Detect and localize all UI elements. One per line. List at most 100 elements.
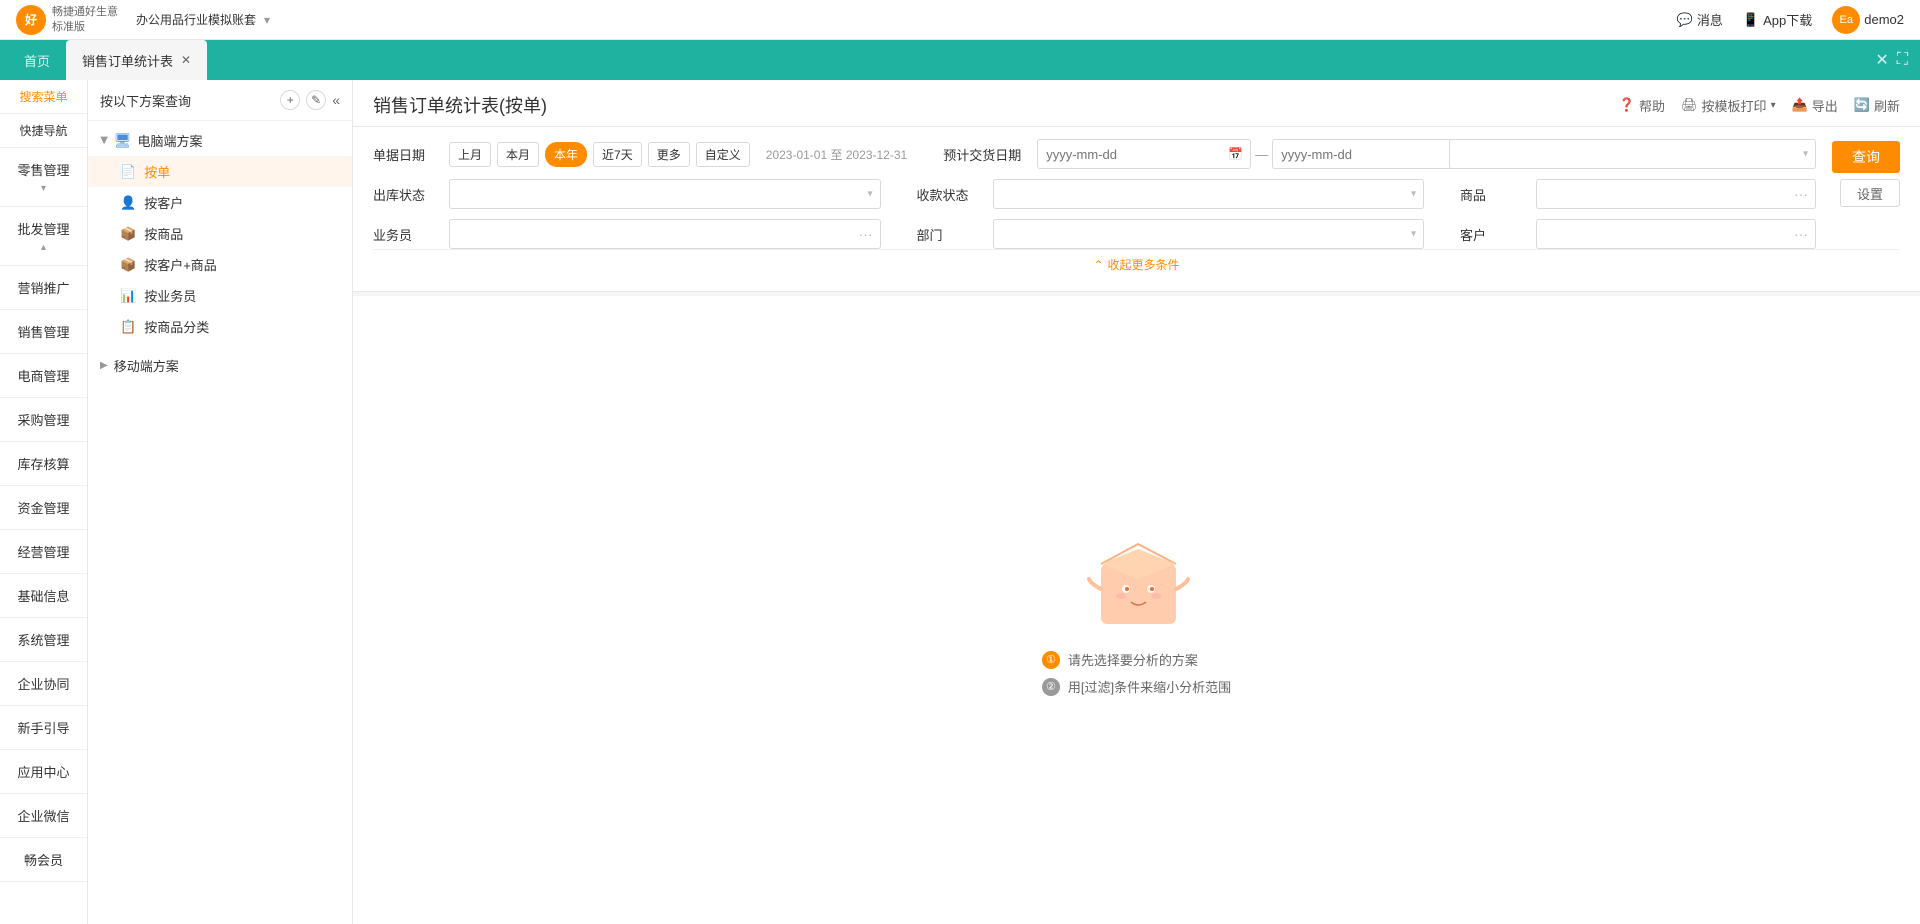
scheme-group-pc-header[interactable]: ▶ 🖥 电脑端方案 xyxy=(88,125,352,156)
scheme-item-by-category[interactable]: 📋 按商品分类 xyxy=(88,311,352,342)
collapse-more-btn[interactable]: ⌃ 收起更多条件 xyxy=(373,249,1900,279)
sidebar-item-inventory[interactable]: 库存核算 xyxy=(0,442,87,486)
settings-button[interactable]: 设置 xyxy=(1840,179,1900,207)
sidebar-item-newbie[interactable]: 新手引导 xyxy=(0,706,87,750)
window-maximize-button[interactable]: ⛶ xyxy=(1897,51,1908,69)
customer-dots-icon[interactable]: ··· xyxy=(1794,226,1808,242)
ship-status-select[interactable] xyxy=(449,179,881,209)
date-separator: — xyxy=(1255,147,1268,162)
goods-dots-icon[interactable]: ··· xyxy=(1794,186,1808,202)
date-btn-more[interactable]: 更多 xyxy=(648,142,690,167)
tab-sales-order-stats[interactable]: 销售订单统计表 ✕ xyxy=(66,40,207,80)
tab-home[interactable]: 首页 xyxy=(8,40,66,80)
scheme-item-by-goods[interactable]: 📦 按商品 xyxy=(88,218,352,249)
query-button[interactable]: 查询 xyxy=(1832,141,1900,173)
pay-status-select[interactable] xyxy=(993,179,1425,209)
status-select[interactable] xyxy=(1449,139,1816,169)
print-button[interactable]: 🖨 按模板打印 ▾ xyxy=(1681,96,1776,115)
sidebar-item-member[interactable]: 畅会员 xyxy=(0,838,87,882)
forecast-date-picker: 📅 — 📅 xyxy=(1037,139,1337,169)
breadcrumb-arrow[interactable]: ▾ xyxy=(264,13,270,27)
date-btn-last-month[interactable]: 上月 xyxy=(449,142,491,167)
empty-box-svg xyxy=(1076,524,1196,634)
empty-state-icon xyxy=(1076,524,1196,634)
scheme-by-goods-icon: 📦 xyxy=(120,226,136,242)
scheme-group-pc: ▶ 🖥 电脑端方案 📄 按单 👤 按客户 📦 按商品 xyxy=(88,121,352,346)
enterprise-label: 企业协同 xyxy=(17,674,69,693)
sidebar-item-ecommerce[interactable]: 电商管理 xyxy=(0,354,87,398)
goods-input-wrap: ··· xyxy=(1536,179,1816,209)
sidebar-item-sales[interactable]: 销售管理 xyxy=(0,310,87,354)
sidebar-item-enterprise[interactable]: 企业协同 xyxy=(0,662,87,706)
page-content: 按以下方案查询 + ✎ « ▶ 🖥 电脑端方案 📄 按单 xyxy=(88,80,1920,924)
date-btn-custom[interactable]: 自定义 xyxy=(696,142,750,167)
pay-status-select-wrap: ▾ xyxy=(993,179,1425,209)
calendar-start-icon[interactable]: 📅 xyxy=(1228,147,1243,161)
app-download-button[interactable]: 📱 App下载 xyxy=(1743,10,1812,29)
tab-close-button[interactable]: ✕ xyxy=(181,53,191,67)
top-bar-right: 💬 消息 📱 App下载 Ea demo2 xyxy=(1677,6,1904,34)
date-btn-this-month[interactable]: 本月 xyxy=(497,142,539,167)
help-button[interactable]: ❓ 帮助 xyxy=(1619,96,1665,115)
sidebar-item-system[interactable]: 系统管理 xyxy=(0,618,87,662)
sidebar-item-retail[interactable]: 零售管理 ▾ xyxy=(0,148,87,207)
sidebar-item-wholesale[interactable]: 批发管理 ▴ xyxy=(0,207,87,266)
scheme-header-actions: + ✎ « xyxy=(280,90,340,110)
filter-main: 单据日期 上月 本月 本年 近7天 更多 自定义 2023-01-01 至 20… xyxy=(373,139,1816,249)
sidebar-search[interactable]: 搜索菜单 xyxy=(0,80,87,114)
page-title-bar: 销售订单统计表(按单) ❓ 帮助 🖨 按模板打印 ▾ 📤 导出 xyxy=(353,80,1920,127)
window-close-button[interactable]: ✕ xyxy=(1875,50,1888,70)
page-title: 销售订单统计表(按单) xyxy=(373,92,547,118)
refresh-icon: 🔄 xyxy=(1854,97,1870,113)
scheme-add-button[interactable]: + xyxy=(280,90,300,110)
scheme-edit-button[interactable]: ✎ xyxy=(306,90,326,110)
top-bar: 好 畅捷通好生意 标准版 办公用品行业模拟账套 ▾ 💬 消息 📱 App下载 E… xyxy=(0,0,1920,40)
sidebar-quick-nav[interactable]: 快捷导航 xyxy=(0,114,87,148)
filter-row-3: 业务员 ··· 部门 ▾ 客户 xyxy=(373,219,1816,249)
scheme-item-by-customer[interactable]: 👤 按客户 xyxy=(88,187,352,218)
page-title-actions: ❓ 帮助 🖨 按模板打印 ▾ 📤 导出 🔄 刷新 xyxy=(1619,96,1900,115)
download-icon: 📱 xyxy=(1743,12,1759,28)
system-label: 系统管理 xyxy=(17,630,69,649)
date-btn-this-year[interactable]: 本年 xyxy=(545,142,587,167)
refresh-button[interactable]: 🔄 刷新 xyxy=(1854,96,1900,115)
scheme-group-pc-icon: 🖥 xyxy=(114,132,132,149)
sales-label: 销售管理 xyxy=(17,322,69,341)
scheme-item-by-order[interactable]: 📄 按单 xyxy=(88,156,352,187)
date-btn-7days[interactable]: 近7天 xyxy=(593,142,642,167)
breadcrumb-title: 办公用品行业模拟账套 xyxy=(136,11,256,28)
sidebar-item-marketing[interactable]: 营销推广 xyxy=(0,266,87,310)
scheme-item-by-customer-goods[interactable]: 📦 按客户+商品 xyxy=(88,249,352,280)
user-menu[interactable]: Ea demo2 xyxy=(1832,6,1904,34)
print-icon: 🖨 xyxy=(1681,97,1698,113)
date-filter-label: 单据日期 xyxy=(373,145,433,164)
scheme-by-customer-icon: 👤 xyxy=(120,195,136,211)
sidebar-item-purchase[interactable]: 采购管理 xyxy=(0,398,87,442)
scheme-item-by-salesperson[interactable]: 📊 按业务员 xyxy=(88,280,352,311)
forecast-start-input[interactable] xyxy=(1037,139,1251,169)
goods-input[interactable] xyxy=(1536,179,1816,209)
status-select-wrap: ▾ xyxy=(1449,139,1816,169)
logo-text: 畅捷通好生意 标准版 xyxy=(52,5,118,34)
salesperson-input[interactable] xyxy=(449,219,881,249)
empty-hint-item-2: ② 用[过滤]条件来缩小分析范围 xyxy=(1042,677,1231,696)
purchase-label: 采购管理 xyxy=(17,410,69,429)
salesperson-dots-icon[interactable]: ··· xyxy=(859,226,873,242)
scheme-group-mobile-header[interactable]: ▶ 移动端方案 xyxy=(88,350,352,381)
sidebar-item-finance[interactable]: 资金管理 xyxy=(0,486,87,530)
retail-arrow: ▾ xyxy=(41,183,46,194)
sidebar-item-basic[interactable]: 基础信息 xyxy=(0,574,87,618)
dept-select[interactable] xyxy=(993,219,1425,249)
customer-input[interactable] xyxy=(1536,219,1816,249)
salesperson-input-wrap: ··· xyxy=(449,219,881,249)
sidebar-item-appstore[interactable]: 应用中心 xyxy=(0,750,87,794)
sidebar-item-business[interactable]: 经营管理 xyxy=(0,530,87,574)
sidebar-item-wechat[interactable]: 企业微信 xyxy=(0,794,87,838)
export-button[interactable]: 📤 导出 xyxy=(1792,96,1838,115)
retail-label: 零售管理 xyxy=(17,160,69,179)
query-btn-group: 查询 设置 xyxy=(1832,139,1900,207)
marketing-label: 营销推广 xyxy=(17,278,69,297)
ship-status-select-wrap: ▾ xyxy=(449,179,881,209)
message-button[interactable]: 💬 消息 xyxy=(1677,10,1723,29)
scheme-collapse-button[interactable]: « xyxy=(332,92,340,108)
